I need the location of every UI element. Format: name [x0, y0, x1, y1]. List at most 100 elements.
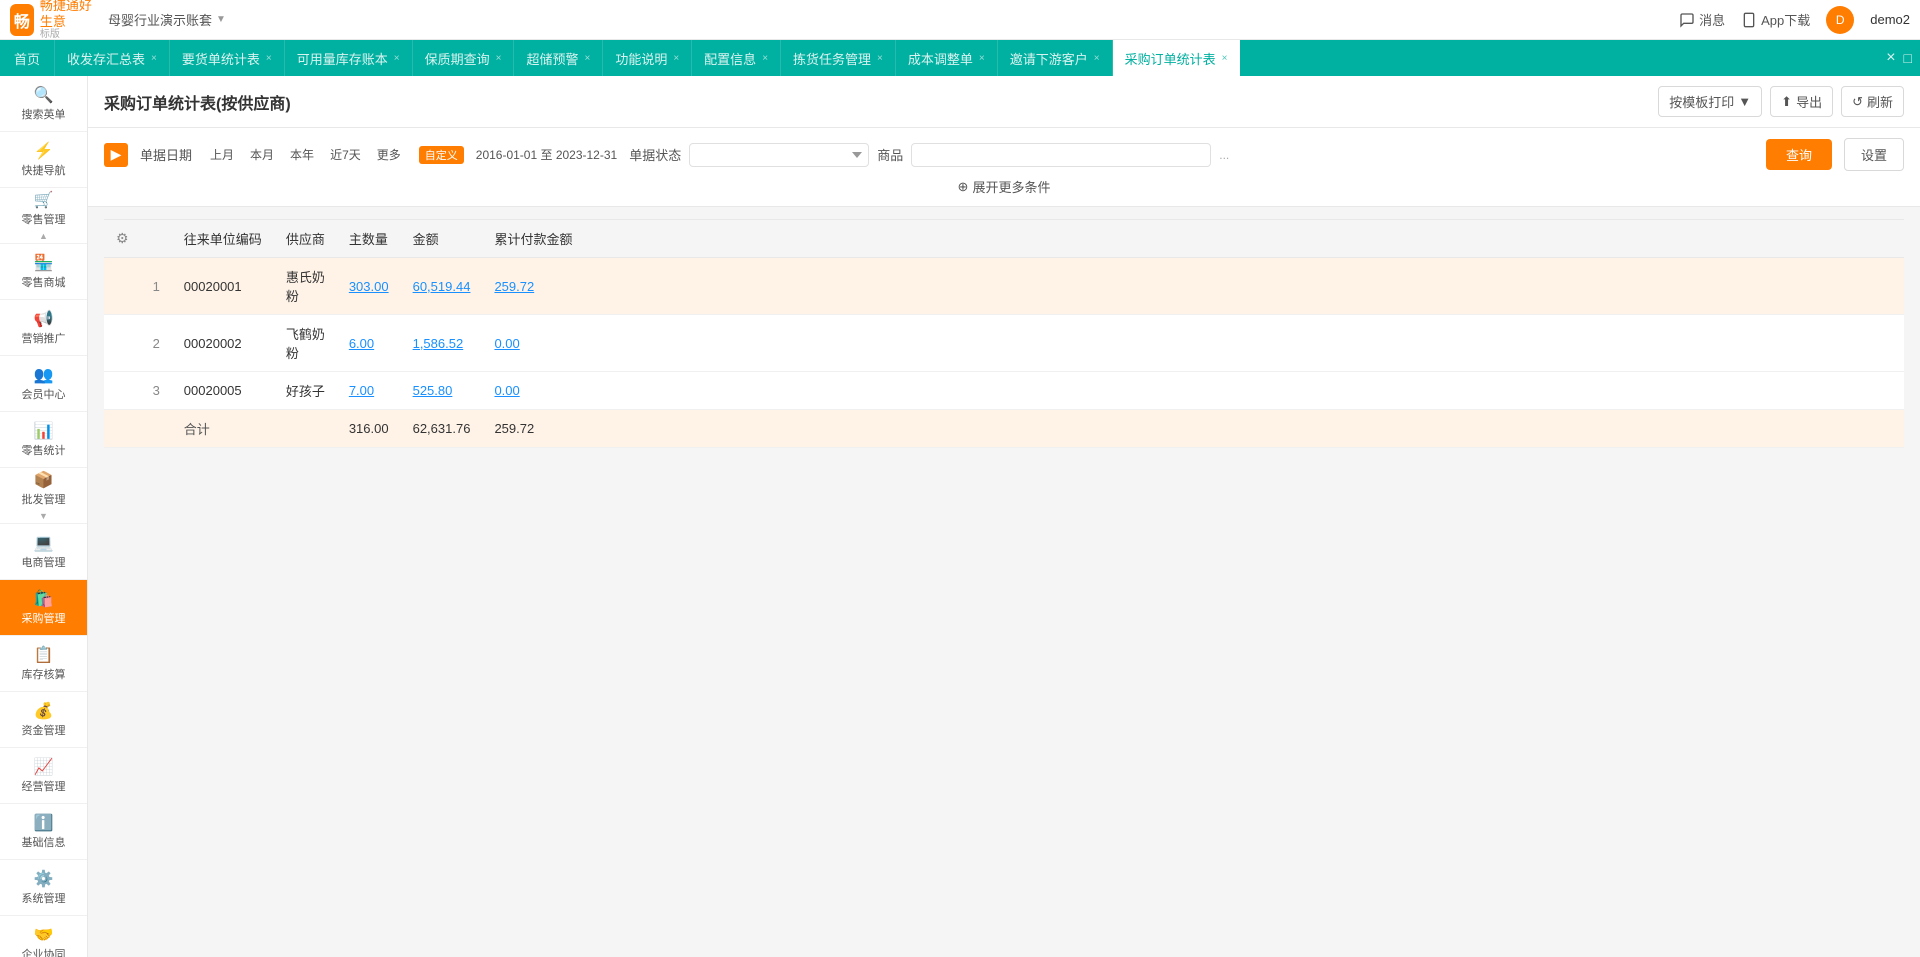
- table-footer-row: 合计 316.00 62,631.76 259.72: [104, 410, 1904, 448]
- tab-baozhi[interactable]: 保质期查询 ×: [413, 40, 515, 76]
- custom-badge[interactable]: 自定义: [419, 146, 464, 164]
- sidebar-item-label-inventory: 库存核算: [22, 668, 66, 682]
- close-tab-caigou[interactable]: ×: [1222, 53, 1228, 64]
- sidebar-item-label-ecommerce: 电商管理: [22, 556, 66, 570]
- retail-stat-icon: 📊: [34, 421, 54, 441]
- member-icon: 👥: [34, 365, 54, 385]
- sidebar-item-basic[interactable]: ℹ️ 基础信息: [0, 804, 87, 860]
- message-button[interactable]: 消息: [1679, 10, 1725, 29]
- close-tab-gongneng[interactable]: ×: [673, 53, 679, 64]
- settings-column-header[interactable]: ⚙: [104, 220, 141, 258]
- tab-chaocun[interactable]: 超储预警 ×: [514, 40, 603, 76]
- data-table: ⚙ 往来单位编码 供应商 主数量 金额 累计付款金额 1 00020001 惠氏…: [104, 219, 1904, 448]
- sidebar-item-member[interactable]: 👥 会员中心: [0, 356, 87, 412]
- goods-input[interactable]: [911, 143, 1211, 167]
- user-avatar[interactable]: D: [1826, 6, 1854, 34]
- sidebar-item-search[interactable]: 🔍 搜索英单: [0, 76, 87, 132]
- refresh-button[interactable]: ↺ 刷新: [1841, 86, 1904, 117]
- row-quantity[interactable]: 6.00: [337, 315, 401, 372]
- close-tab-shoufacun[interactable]: ×: [151, 53, 157, 64]
- sidebar-item-label-retail: 零售管理: [22, 213, 66, 227]
- table-header-row: ⚙ 往来单位编码 供应商 主数量 金额 累计付款金额: [104, 220, 1904, 258]
- sidebar-item-retail[interactable]: 🛒 零售管理 ▲: [0, 188, 87, 244]
- tab-tuohuo[interactable]: 拣货任务管理 ×: [781, 40, 896, 76]
- tab-chengben[interactable]: 成本调整单 ×: [896, 40, 998, 76]
- close-tab-chengben[interactable]: ×: [979, 53, 985, 64]
- amount-column-header: 金额: [401, 220, 483, 258]
- tab-yaohuo[interactable]: 要货单统计表 ×: [170, 40, 285, 76]
- filter-toggle[interactable]: ▶: [104, 143, 128, 167]
- tab-yaoqing[interactable]: 邀请下游客户 ×: [998, 40, 1113, 76]
- tab-shoufacun[interactable]: 收发存汇总表 ×: [55, 40, 170, 76]
- table-row: 1 00020001 惠氏奶粉 303.00 60,519.44 259.72: [104, 258, 1904, 315]
- app-download-button[interactable]: App下载: [1741, 10, 1810, 29]
- user-name[interactable]: demo2: [1870, 12, 1910, 27]
- row-amount[interactable]: 525.80: [401, 372, 483, 410]
- close-tab-keyong[interactable]: ×: [394, 53, 400, 64]
- workspace-selector[interactable]: 母婴行业演示账套 ▼: [108, 10, 1669, 29]
- tab-peizhi[interactable]: 配置信息 ×: [692, 40, 781, 76]
- row-quantity[interactable]: 303.00: [337, 258, 401, 315]
- tab-caigou[interactable]: 采购订单统计表 ×: [1113, 40, 1241, 76]
- close-tab-tuohuo[interactable]: ×: [877, 53, 883, 64]
- date-btn-7days[interactable]: 近7天: [324, 144, 367, 165]
- row-paid[interactable]: 0.00: [482, 315, 584, 372]
- row-paid[interactable]: 259.72: [482, 258, 584, 315]
- row-settings[interactable]: [104, 372, 141, 410]
- query-button[interactable]: 查询: [1766, 139, 1832, 170]
- date-btn-more[interactable]: 更多: [371, 144, 407, 165]
- close-tab-chaocun[interactable]: ×: [584, 53, 590, 64]
- expand-filter-button[interactable]: ⊕ 展开更多条件: [958, 177, 1051, 196]
- supplier-column-header: 供应商: [274, 220, 337, 258]
- row-settings[interactable]: [104, 258, 141, 315]
- row-quantity[interactable]: 7.00: [337, 372, 401, 410]
- close-tab-yaoqing[interactable]: ×: [1094, 53, 1100, 64]
- close-tab-yaohuo[interactable]: ×: [266, 53, 272, 64]
- sidebar-item-label-wholesale: 批发管理: [22, 493, 66, 507]
- row-amount[interactable]: 1,586.52: [401, 315, 483, 372]
- status-select[interactable]: [689, 143, 869, 167]
- row-index: 3: [141, 372, 172, 410]
- search-icon: 🔍: [34, 85, 54, 105]
- logo-icon: 畅: [10, 4, 34, 36]
- sidebar-item-retail-shop[interactable]: 🏪 零售商城: [0, 244, 87, 300]
- row-settings[interactable]: [104, 315, 141, 372]
- row-paid[interactable]: 0.00: [482, 372, 584, 410]
- row-index: 1: [141, 258, 172, 315]
- sidebar-item-label-search: 搜索英单: [22, 108, 66, 122]
- template-print-button[interactable]: 按模板打印 ▼: [1658, 86, 1762, 117]
- sidebar-item-system[interactable]: ⚙️ 系统管理: [0, 860, 87, 916]
- date-btn-last-month[interactable]: 上月: [204, 144, 240, 165]
- logo-area: 畅 畅捷通好生意 标版: [10, 0, 98, 41]
- tab-keyong[interactable]: 可用量库存账本 ×: [285, 40, 413, 76]
- sidebar-item-purchase[interactable]: 🛍️ 采购管理: [0, 580, 87, 636]
- footer-paid: 259.72: [482, 410, 584, 448]
- nav-close-all[interactable]: ×: [1886, 49, 1895, 67]
- row-amount[interactable]: 60,519.44: [401, 258, 483, 315]
- close-tab-baozhi[interactable]: ×: [496, 53, 502, 64]
- setting-button[interactable]: 设置: [1844, 138, 1904, 171]
- sidebar-item-inventory[interactable]: 📋 库存核算: [0, 636, 87, 692]
- goods-more-icon[interactable]: ...: [1219, 148, 1229, 162]
- sidebar-item-marketing[interactable]: 📢 营销推广: [0, 300, 87, 356]
- sidebar-item-wholesale[interactable]: 📦 批发管理 ▼: [0, 468, 87, 524]
- sidebar-item-collab[interactable]: 🤝 企业协同: [0, 916, 87, 957]
- retail-icon: 🛒: [34, 190, 54, 210]
- date-btn-this-month[interactable]: 本月: [244, 144, 280, 165]
- sidebar-item-retail-stat[interactable]: 📊 零售统计: [0, 412, 87, 468]
- inventory-icon: 📋: [34, 645, 54, 665]
- sidebar-item-quick[interactable]: ⚡ 快捷导航: [0, 132, 87, 188]
- sidebar-item-label-member: 会员中心: [22, 388, 66, 402]
- nav-window-actions: × □: [1878, 49, 1920, 67]
- date-btn-this-year[interactable]: 本年: [284, 144, 320, 165]
- sidebar-item-operations[interactable]: 📈 经营管理: [0, 748, 87, 804]
- sidebar-item-label-collab: 企业协同: [22, 948, 66, 957]
- export-button[interactable]: ⬆ 导出: [1770, 86, 1833, 117]
- close-tab-peizhi[interactable]: ×: [762, 53, 768, 64]
- tab-home[interactable]: 首页: [0, 40, 55, 76]
- nav-maximize[interactable]: □: [1904, 50, 1912, 66]
- sidebar-item-ecommerce[interactable]: 💻 电商管理: [0, 524, 87, 580]
- filter-date-range: 2016-01-01 至 2023-12-31: [476, 146, 617, 163]
- tab-gongneng[interactable]: 功能说明 ×: [603, 40, 692, 76]
- sidebar-item-finance[interactable]: 💰 资金管理: [0, 692, 87, 748]
